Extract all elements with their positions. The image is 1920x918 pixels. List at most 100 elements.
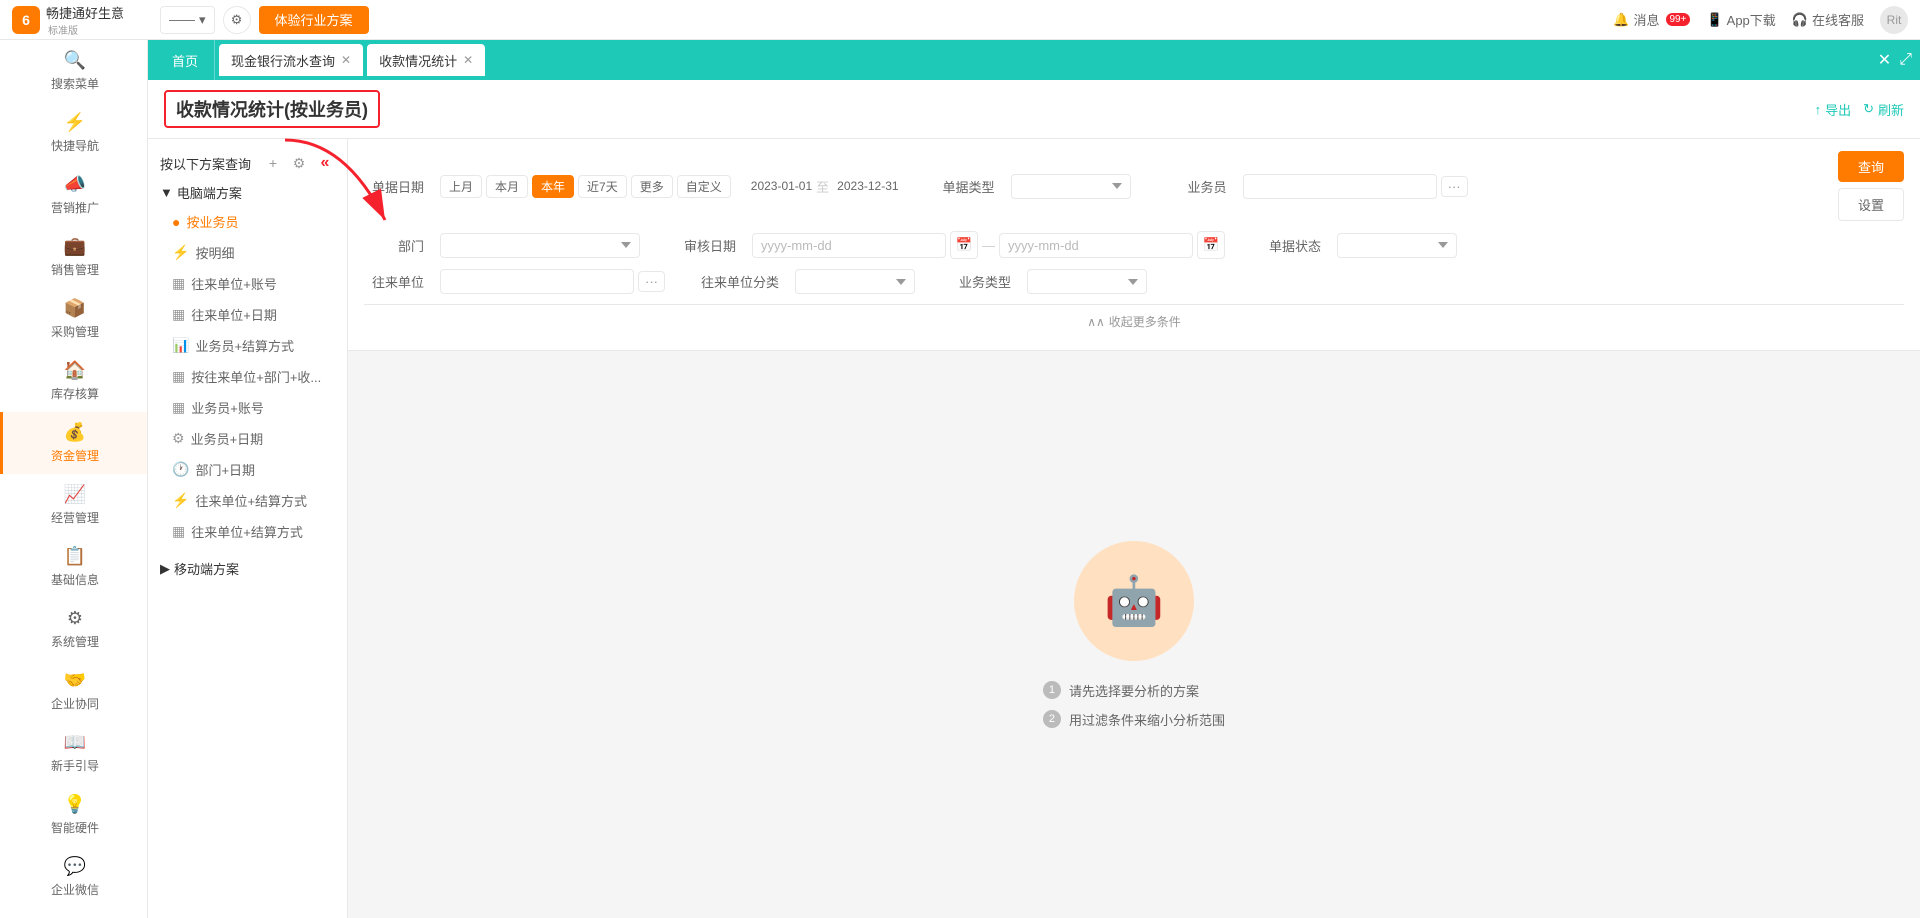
tab-close-all-btn[interactable]: ✕ [1878,50,1891,70]
query-btn[interactable]: 查询 [1838,151,1904,182]
tip-num-2: 2 [1043,710,1061,728]
company-name: —— [169,12,195,27]
scheme-item-salesperson-date[interactable]: ⚙ 业务员+日期 [148,423,347,454]
scheme-icon: ⚡ [172,244,189,261]
sidebar-item-label: 采购管理 [51,323,99,340]
partner-more-btn[interactable]: ··· [638,271,665,292]
calendar-to-btn[interactable]: 📅 [1197,231,1225,259]
date-btn-this-year[interactable]: 本年 [532,175,574,198]
app-download-btn[interactable]: 📱 App下载 [1706,10,1775,29]
top-bar: 6 畅捷通好生意 标准版 —— ▾ ⚙ 体验行业方案 🔔 消息 99+ 📱 Ap… [0,0,1920,40]
collab-icon: 🤝 [64,670,86,691]
tab-cashflow-close[interactable]: ✕ [341,53,351,67]
export-btn[interactable]: ↑ 导出 [1815,100,1852,119]
calendar-from-btn[interactable]: 📅 [950,231,978,259]
sidebar-item-label: 基础信息 [51,571,99,588]
date-btn-this-month[interactable]: 本月 [486,175,528,198]
message-btn[interactable]: 🔔 消息 99+ [1613,10,1690,29]
sidebar-item-sales[interactable]: 💼 销售管理 [0,226,147,288]
sidebar-item-guide[interactable]: 📖 新手引导 [0,722,147,784]
sidebar-item-quicknav[interactable]: ⚡ 快捷导航 [0,102,147,164]
main-body: 按以下方案查询 + ⚙ « ▼ 电脑端方案 ● [148,139,1920,918]
review-date-to[interactable] [999,233,1193,258]
scheme-item-partner-payment2[interactable]: ▦ 往来单位+结算方式 [148,516,347,547]
tab-cashflow[interactable]: 现金银行流水查询 ✕ [219,44,363,76]
partner-input[interactable] [440,269,634,294]
sidebar-item-business[interactable]: 📈 经营管理 [0,474,147,536]
date-to-value: 2023-12-31 [837,179,898,193]
company-selector[interactable]: —— ▾ [160,6,215,34]
sidebar-item-hardware[interactable]: 💡 智能硬件 [0,784,147,846]
review-date-from[interactable] [752,233,946,258]
doc-status-select[interactable] [1337,233,1457,258]
sidebar-item-search[interactable]: 🔍 搜索菜单 [0,40,147,102]
sidebar-item-marketing[interactable]: 📣 营销推广 [0,164,147,226]
scheme-item-dept-date[interactable]: 🕐 部门+日期 [148,454,347,485]
desktop-group-label: 电脑端方案 [177,183,242,202]
date-quick-buttons: 上月 本月 本年 近7天 更多 自定义 [440,175,731,198]
mobile-scheme-group[interactable]: ▶ 移动端方案 [148,555,347,582]
scheme-icon: ▦ [172,399,185,416]
sidebar-item-label: 搜索菜单 [51,75,99,92]
sidebar-item-purchase[interactable]: 📦 采购管理 [0,288,147,350]
collapse-filter-btn[interactable]: ∧∧ 收起更多条件 [364,304,1904,338]
sidebar-item-label: 营销推广 [51,199,99,216]
sidebar-item-wechat[interactable]: 💬 企业微信 [0,846,147,908]
online-service-btn[interactable]: 🎧 在线客服 [1792,10,1864,29]
refresh-btn[interactable]: ↻ 刷新 [1863,100,1904,119]
doc-type-select[interactable] [1011,174,1131,199]
sidebar: 🔍 搜索菜单 ⚡ 快捷导航 📣 营销推广 💼 销售管理 📦 采购管理 🏠 库存核… [0,40,148,918]
dept-select[interactable] [440,233,640,258]
scheme-settings-btn[interactable]: ⚙ [289,153,309,173]
tip-text-1: 请先选择要分析的方案 [1069,681,1199,700]
guide-icon: 📖 [64,732,86,753]
scheme-item-partner-date[interactable]: ▦ 往来单位+日期 [148,299,347,330]
purchase-icon: 📦 [64,298,86,319]
sidebar-item-collab[interactable]: 🤝 企业协同 [0,660,147,722]
review-date-group: 📅 — 📅 [752,231,1225,259]
collapse-panel-btn[interactable]: « [315,153,335,173]
scheme-item-detail[interactable]: ⚡ 按明细 [148,237,347,268]
partner-category-select[interactable] [795,269,915,294]
biz-type-select[interactable] [1027,269,1147,294]
refresh-icon: ↻ [1863,101,1874,117]
tab-collection-close[interactable]: ✕ [463,53,473,67]
sidebar-item-system[interactable]: ⚙ 系统管理 [0,598,147,660]
service-icon: 🎧 [1792,12,1808,28]
date-btn-last-month[interactable]: 上月 [440,175,482,198]
scheme-item-salesperson[interactable]: ● 按业务员 [148,206,347,237]
tab-home[interactable]: 首页 [156,40,215,80]
marketing-icon: 📣 [64,174,86,195]
tab-collection-label: 收款情况统计 [379,51,457,70]
scheme-item-partner-dept[interactable]: ▦ 按往来单位+部门+收... [148,361,347,392]
scheme-item-partner-account[interactable]: ▦ 往来单位+账号 [148,268,347,299]
sidebar-item-label: 经营管理 [51,509,99,526]
scheme-item-partner-payment1[interactable]: ⚡ 往来单位+结算方式 [148,485,347,516]
scheme-icon: ▦ [172,368,185,385]
sidebar-item-finance[interactable]: 💰 资金管理 [0,412,147,474]
logo-badge: 标准版 [48,22,124,37]
add-scheme-btn[interactable]: + [263,153,283,173]
scheme-item-salesperson-account[interactable]: ▦ 业务员+账号 [148,392,347,423]
page-title: 收款情况统计(按业务员) [176,100,368,120]
nav-settings-btn[interactable]: ⚙ [223,6,251,34]
date-btn-last7[interactable]: 近7天 [578,175,627,198]
logo-text: 畅捷通好生意 [46,3,124,22]
date-btn-custom[interactable]: 自定义 [677,175,731,198]
tab-collection[interactable]: 收款情况统计 ✕ [367,44,485,76]
scheme-item-salesperson-payment[interactable]: 📊 业务员+结算方式 [148,330,347,361]
doc-status-label: 单据状态 [1261,236,1321,255]
date-btn-more[interactable]: 更多 [631,175,673,198]
sidebar-item-member[interactable]: V 畅会员 [0,908,147,918]
sidebar-item-inventory[interactable]: 🏠 库存核算 [0,350,147,412]
salesperson-input[interactable] [1243,174,1437,199]
more-icon[interactable]: ··· [1441,176,1468,197]
partner-label: 往来单位 [364,272,424,291]
user-avatar[interactable]: Rit [1880,6,1908,34]
desktop-scheme-group[interactable]: ▼ 电脑端方案 [148,179,347,206]
trial-button[interactable]: 体验行业方案 [259,6,369,34]
tab-maximize-btn[interactable]: ⤢ [1899,51,1912,69]
sidebar-item-basic[interactable]: 📋 基础信息 [0,536,147,598]
settings-btn[interactable]: 设置 [1838,188,1904,221]
sidebar-item-label: 资金管理 [51,447,99,464]
